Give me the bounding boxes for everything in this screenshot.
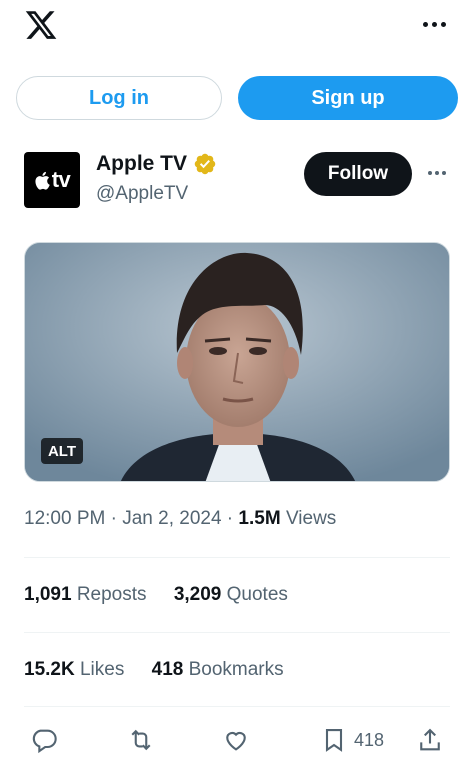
bookmark-button[interactable]: 418 — [320, 722, 384, 758]
like-button[interactable] — [222, 722, 250, 758]
tweet-meta: 12:00 PM · Jan 2, 2024 · 1.5M Views — [24, 508, 337, 529]
repost-icon — [131, 729, 151, 751]
views-count: 1.5M — [238, 508, 281, 529]
author-name-row: Apple TV — [96, 152, 217, 176]
signup-button[interactable]: Sign up — [238, 76, 458, 120]
avatar[interactable]: tv — [24, 152, 80, 208]
divider — [24, 632, 450, 633]
gold-verified-badge-icon[interactable] — [193, 152, 217, 176]
tweet-time[interactable]: 12:00 PM — [24, 508, 105, 529]
tweet-date[interactable]: Jan 2, 2024 — [122, 508, 221, 529]
stats-row-likes-bookmarks: 15.2K Likes 418 Bookmarks — [24, 659, 306, 681]
reply-button[interactable] — [30, 722, 58, 758]
stats-row-reposts-quotes: 1,091 Reposts 3,209 Quotes — [24, 584, 310, 606]
x-logo-icon[interactable] — [24, 8, 58, 42]
tweet-action-bar: 418 — [0, 722, 474, 762]
apple-logo-icon — [35, 171, 50, 190]
portrait-photo — [25, 243, 449, 481]
tweet-more-icon[interactable] — [424, 160, 450, 186]
divider — [24, 557, 450, 558]
author-display-name[interactable]: Apple TV — [96, 152, 187, 176]
heart-icon — [226, 731, 246, 751]
tweet-media-image[interactable]: ALT — [24, 242, 450, 482]
more-horizontal-icon[interactable] — [420, 12, 448, 36]
bookmarks-stat[interactable]: 418 Bookmarks — [152, 659, 284, 680]
alt-text-button[interactable]: ALT — [41, 438, 83, 464]
likes-stat[interactable]: 15.2K Likes — [24, 659, 124, 680]
reply-icon — [32, 729, 57, 754]
reposts-stat[interactable]: 1,091 Reposts — [24, 584, 147, 605]
quotes-stat[interactable]: 3,209 Quotes — [174, 584, 288, 605]
top-bar — [0, 0, 474, 60]
bookmark-icon — [325, 729, 343, 752]
repost-button[interactable] — [127, 722, 155, 758]
author-handle[interactable]: @AppleTV — [96, 183, 188, 205]
share-icon — [420, 728, 440, 751]
login-button[interactable]: Log in — [16, 76, 222, 120]
avatar-label: tv — [51, 167, 71, 192]
bookmark-count: 418 — [354, 729, 385, 750]
share-button[interactable] — [416, 722, 444, 758]
views-label: Views — [280, 508, 337, 529]
divider — [24, 706, 450, 707]
follow-button[interactable]: Follow — [304, 152, 412, 196]
